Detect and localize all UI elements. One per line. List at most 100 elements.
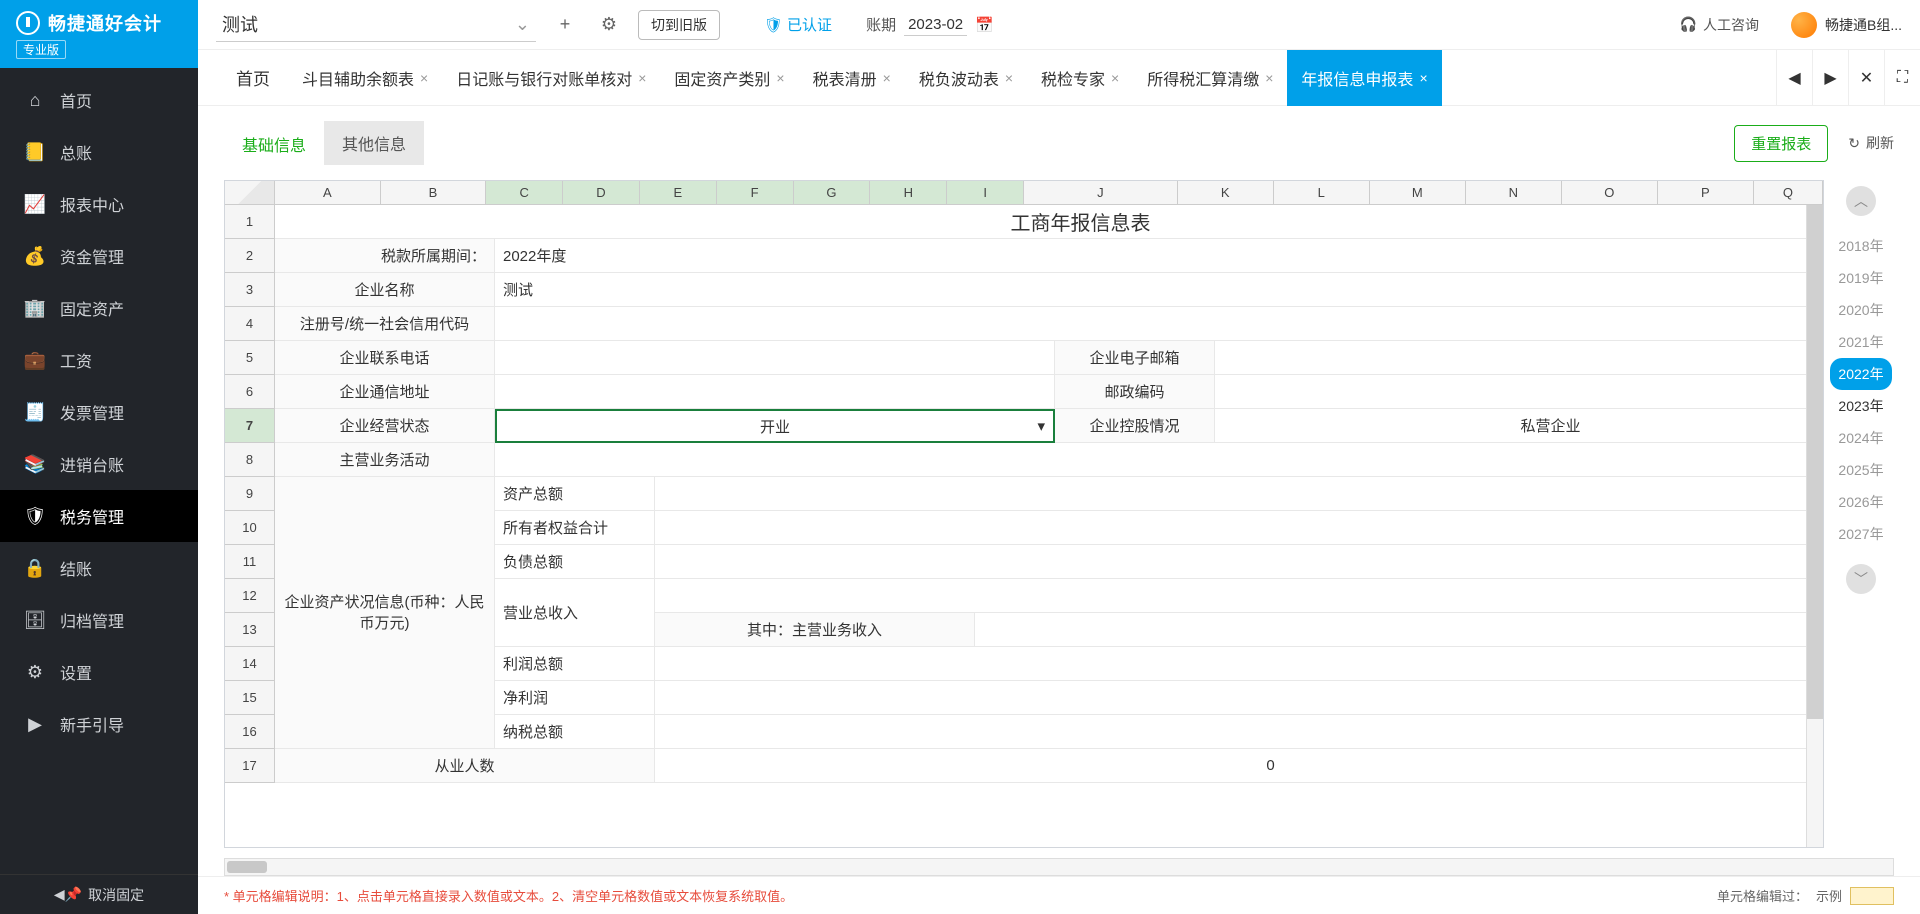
col-head-P[interactable]: P [1658,181,1754,204]
total-assets-value[interactable] [655,477,1824,511]
tab-2[interactable]: 固定资产类别× [660,50,798,106]
tab-6[interactable]: 所得税汇算清缴× [1133,50,1287,106]
sidebar-item-3[interactable]: 💰资金管理 [0,230,198,282]
address-value[interactable] [495,375,1055,409]
reg-code-value[interactable] [495,307,1824,341]
tab-close[interactable]: × [883,70,891,86]
holding-value[interactable]: 私营企业 [1215,409,1824,443]
tab-close[interactable]: × [776,70,784,86]
email-value[interactable] [1215,341,1824,375]
year-down[interactable]: ﹀ [1846,564,1876,594]
year-2022年[interactable]: 2022年 [1830,358,1891,390]
row-head-17[interactable]: 17 [225,749,275,783]
col-head-C[interactable]: C [486,181,563,204]
row-head-10[interactable]: 10 [225,511,275,545]
sidebar-item-8[interactable]: 🛡税务管理 [0,490,198,542]
col-head-F[interactable]: F [717,181,794,204]
col-head-E[interactable]: E [640,181,717,204]
tab-close[interactable]: × [1419,70,1427,86]
row-head-7[interactable]: 7 [225,409,275,443]
company-name-value[interactable]: 测试 [495,273,1824,307]
year-2020年[interactable]: 2020年 [1830,294,1891,326]
horizontal-scrollbar[interactable] [224,858,1894,876]
col-head-B[interactable]: B [381,181,487,204]
tab-close-all[interactable]: ✕ [1848,50,1884,106]
row-head-6[interactable]: 6 [225,375,275,409]
sidebar-item-0[interactable]: ⌂首页 [0,74,198,126]
sidebar-item-6[interactable]: 🧾发票管理 [0,386,198,438]
tab-5[interactable]: 税检专家× [1027,50,1133,106]
year-2019年[interactable]: 2019年 [1830,262,1891,294]
year-2025年[interactable]: 2025年 [1830,454,1891,486]
subtab-other[interactable]: 其他信息 [324,121,424,165]
tab-1[interactable]: 日记账与银行对账单核对× [442,50,660,106]
col-head-G[interactable]: G [794,181,871,204]
main-biz-value[interactable] [495,443,1824,477]
row-head-1[interactable]: 1 [225,205,275,239]
fullscreen-button[interactable]: ⛶ [1884,50,1920,106]
row-head-12[interactable]: 12 [225,579,275,613]
row-head-4[interactable]: 4 [225,307,275,341]
sidebar-item-7[interactable]: 📚进销台账 [0,438,198,490]
liabilities-value[interactable] [655,545,1824,579]
tab-close[interactable]: × [638,70,646,86]
period-value[interactable]: 2022年度 [495,239,1824,273]
vertical-scrollbar[interactable] [1806,205,1823,847]
tab-7[interactable]: 年报信息申报表× [1287,50,1441,106]
select-all-corner[interactable] [225,181,275,205]
sidebar-item-5[interactable]: 💼工资 [0,334,198,386]
sidebar-item-1[interactable]: 📒总账 [0,126,198,178]
col-head-H[interactable]: H [870,181,947,204]
row-head-8[interactable]: 8 [225,443,275,477]
employees-value[interactable]: 0 [655,749,1824,783]
year-2027年[interactable]: 2027年 [1830,518,1891,550]
col-head-O[interactable]: O [1562,181,1658,204]
tab-0[interactable]: 斗目辅助余额表× [288,50,442,106]
tab-close[interactable]: × [1111,70,1119,86]
row-head-3[interactable]: 3 [225,273,275,307]
tab-4[interactable]: 税负波动表× [905,50,1027,106]
year-2026年[interactable]: 2026年 [1830,486,1891,518]
year-2018年[interactable]: 2018年 [1830,230,1891,262]
tab-close[interactable]: × [420,70,428,86]
col-head-J[interactable]: J [1024,181,1178,204]
col-head-L[interactable]: L [1274,181,1370,204]
tab-close[interactable]: × [1265,70,1273,86]
pin-toggle[interactable]: ◀📌 取消固定 [0,874,198,914]
tab-close[interactable]: × [1005,70,1013,86]
sidebar-item-9[interactable]: 🔒结账 [0,542,198,594]
row-head-11[interactable]: 11 [225,545,275,579]
subtab-basic[interactable]: 基础信息 [224,120,324,166]
col-head-M[interactable]: M [1370,181,1466,204]
main-revenue-value[interactable] [975,613,1824,647]
accounting-period[interactable]: 账期 2023-02 📅 [866,14,994,36]
net-profit-value[interactable] [655,681,1824,715]
row-head-16[interactable]: 16 [225,715,275,749]
owner-equity-value[interactable] [655,511,1824,545]
postcode-value[interactable] [1215,375,1824,409]
old-version-button[interactable]: 切到旧版 [638,10,720,40]
row-head-9[interactable]: 9 [225,477,275,511]
year-2024年[interactable]: 2024年 [1830,422,1891,454]
sidebar-item-4[interactable]: 🏢固定资产 [0,282,198,334]
col-head-I[interactable]: I [947,181,1024,204]
col-head-K[interactable]: K [1178,181,1274,204]
sidebar-item-2[interactable]: 📈报表中心 [0,178,198,230]
col-head-D[interactable]: D [563,181,640,204]
tab-scroll-right[interactable]: ▶ [1812,50,1848,106]
tab-3[interactable]: 税表清册× [799,50,905,106]
status-select[interactable]: 开业 [495,409,1055,443]
col-head-Q[interactable]: Q [1754,181,1823,204]
year-2023年[interactable]: 2023年 [1830,390,1891,422]
revenue-value[interactable] [655,579,1824,613]
sidebar-item-12[interactable]: ▶新手引导 [0,698,198,750]
row-head-15[interactable]: 15 [225,681,275,715]
user-menu[interactable]: 畅捷通B组... [1791,12,1902,38]
settings-icon[interactable]: ⚙ [594,10,624,40]
row-head-2[interactable]: 2 [225,239,275,273]
tax-total-value[interactable] [655,715,1824,749]
refresh-button[interactable]: ↻ 刷新 [1848,133,1894,153]
consult-button[interactable]: 🎧 人工咨询 [1680,15,1759,35]
profit-total-value[interactable] [655,647,1824,681]
tab-home[interactable]: 首页 [218,65,288,90]
